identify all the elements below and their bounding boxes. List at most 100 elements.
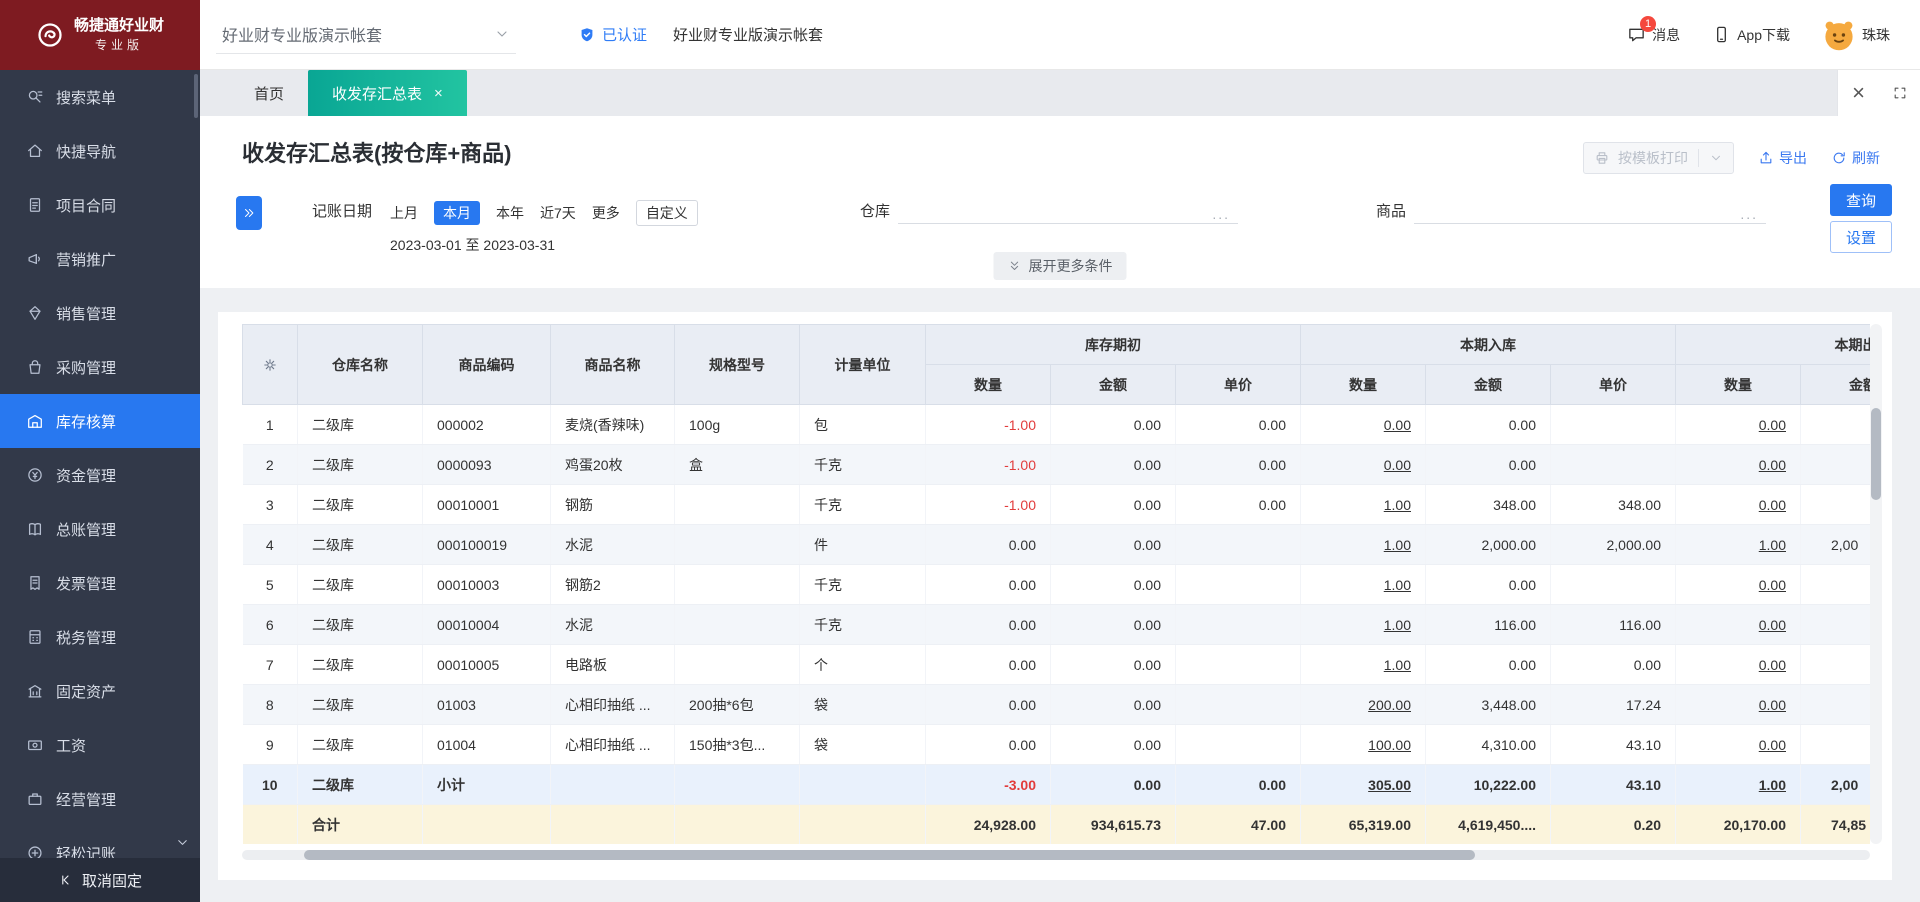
- column-subheader[interactable]: 单价: [1551, 365, 1676, 405]
- table-row[interactable]: 2二级库0000093鸡蛋20枚盒千克-1.000.000.000.000.00…: [243, 445, 1871, 485]
- table-cell: 1.00: [1301, 485, 1426, 525]
- sidebar-item-invoice[interactable]: 发票管理: [0, 556, 200, 610]
- sidebar-item-marketing[interactable]: 营销推广: [0, 232, 200, 286]
- user-menu[interactable]: 珠珠: [1822, 18, 1890, 52]
- table-row[interactable]: 10二级库小计-3.000.000.00305.0010,222.0043.10…: [243, 765, 1871, 805]
- sidebar-item-general-ledger[interactable]: 总账管理: [0, 502, 200, 556]
- drill-down-link[interactable]: 1.00: [1384, 497, 1411, 513]
- sidebar-scrollbar[interactable]: [194, 74, 198, 118]
- refresh-button[interactable]: 刷新: [1831, 148, 1880, 168]
- table-vertical-scrollbar[interactable]: [1870, 324, 1882, 844]
- date-option-last-7-days[interactable]: 近7天: [540, 202, 576, 224]
- product-input[interactable]: ...: [1414, 200, 1766, 224]
- drill-down-link[interactable]: 1.00: [1759, 537, 1786, 553]
- account-selector[interactable]: 好业财专业版演示帐套: [216, 16, 516, 54]
- table-row[interactable]: 5二级库00010003钢筋2千克0.000.001.000.000.00: [243, 565, 1871, 605]
- column-subheader[interactable]: 金额: [1051, 365, 1176, 405]
- drill-down-link[interactable]: 1.00: [1384, 537, 1411, 553]
- close-all-tabs-button[interactable]: ×: [1838, 70, 1879, 116]
- sidebar-item-fixed-assets[interactable]: 固定资产: [0, 664, 200, 718]
- column-header[interactable]: 仓库名称: [298, 325, 423, 405]
- tab-home[interactable]: 首页: [230, 70, 308, 116]
- settings-button[interactable]: 设置: [1830, 221, 1892, 253]
- drill-down-link[interactable]: 0.00: [1384, 417, 1411, 433]
- table-row[interactable]: 7二级库00010005电路板个0.000.001.000.000.000.00: [243, 645, 1871, 685]
- drill-down-link[interactable]: 0.00: [1759, 457, 1786, 473]
- print-by-template-button[interactable]: 按模板打印: [1583, 142, 1734, 174]
- drill-down-link[interactable]: 0.00: [1759, 657, 1786, 673]
- sidebar-item-project-contract[interactable]: 项目合同: [0, 178, 200, 232]
- table-horizontal-scrollbar[interactable]: [242, 850, 1870, 860]
- date-option-this-year[interactable]: 本年: [496, 202, 524, 224]
- sidebar-item-purchase[interactable]: 采购管理: [0, 340, 200, 394]
- messages-button[interactable]: 1 消息: [1627, 25, 1680, 45]
- sidebar-item-quick-nav[interactable]: 快捷导航: [0, 124, 200, 178]
- close-tab-icon[interactable]: ×: [434, 85, 443, 102]
- sidebar-item-search-menu[interactable]: 搜索菜单: [0, 70, 200, 124]
- drill-down-link[interactable]: 0.00: [1759, 697, 1786, 713]
- drill-down-link[interactable]: 305.00: [1368, 777, 1411, 793]
- collapse-filter-button[interactable]: [236, 196, 262, 230]
- sidebar-item-payroll[interactable]: 工资: [0, 718, 200, 772]
- table-cell: 1.00: [1301, 645, 1426, 685]
- product-picker-icon[interactable]: ...: [1740, 205, 1766, 223]
- date-option-more[interactable]: 更多: [592, 202, 620, 224]
- drill-down-link[interactable]: 1.00: [1384, 617, 1411, 633]
- table-cell: [1801, 445, 1871, 485]
- unpin-sidebar-button[interactable]: 取消固定: [0, 858, 200, 902]
- table-row[interactable]: 8二级库01003心相印抽纸 ...200抽*6包袋0.000.00200.00…: [243, 685, 1871, 725]
- horizontal-scroll-thumb[interactable]: [304, 850, 1475, 860]
- date-option-custom[interactable]: 自定义: [636, 200, 698, 226]
- sidebar-item-sales[interactable]: 销售管理: [0, 286, 200, 340]
- table-row[interactable]: 3二级库00010001钢筋千克-1.000.000.001.00348.003…: [243, 485, 1871, 525]
- column-header[interactable]: 商品名称: [551, 325, 675, 405]
- query-button[interactable]: 查询: [1830, 184, 1892, 216]
- table-cell: 2,00: [1801, 525, 1871, 565]
- date-range-value[interactable]: 2023-03-01 至 2023-03-31: [390, 235, 698, 255]
- warehouse-picker-icon[interactable]: ...: [1212, 205, 1238, 223]
- drill-down-link[interactable]: 0.00: [1759, 617, 1786, 633]
- table-row[interactable]: 6二级库00010004水泥千克0.000.001.00116.00116.00…: [243, 605, 1871, 645]
- date-option-last-month[interactable]: 上月: [390, 202, 418, 224]
- sidebar-item-tax[interactable]: 税务管理: [0, 610, 200, 664]
- tab-summary-report[interactable]: 收发存汇总表 ×: [308, 70, 467, 116]
- drill-down-link[interactable]: 100.00: [1368, 737, 1411, 753]
- column-subheader[interactable]: 金额: [1426, 365, 1551, 405]
- app-download-button[interactable]: App下载: [1712, 25, 1790, 45]
- table-row[interactable]: 9二级库01004心相印抽纸 ...150抽*3包...袋0.000.00100…: [243, 725, 1871, 765]
- column-subheader[interactable]: 金额: [1801, 365, 1871, 405]
- vertical-scroll-thumb[interactable]: [1871, 408, 1881, 500]
- drill-down-link[interactable]: 0.00: [1759, 577, 1786, 593]
- table-cell: 0.00: [926, 725, 1051, 765]
- table-row[interactable]: 1二级库000002麦烧(香辣味)100g包-1.000.000.000.000…: [243, 405, 1871, 445]
- sidebar-scroll-down-icon[interactable]: [175, 835, 190, 850]
- column-header[interactable]: 规格型号: [675, 325, 800, 405]
- table-row[interactable]: 4二级库000100019水泥件0.000.001.002,000.002,00…: [243, 525, 1871, 565]
- drill-down-link[interactable]: 1.00: [1759, 777, 1786, 793]
- column-header[interactable]: 计量单位: [800, 325, 926, 405]
- column-settings-button[interactable]: [243, 325, 298, 405]
- export-button[interactable]: 导出: [1758, 148, 1807, 168]
- sidebar-item-inventory[interactable]: 库存核算: [0, 394, 200, 448]
- drill-down-link[interactable]: 200.00: [1368, 697, 1411, 713]
- expand-more-conditions-button[interactable]: 展开更多条件: [994, 252, 1127, 280]
- drill-down-link[interactable]: 1.00: [1384, 657, 1411, 673]
- drill-down-link[interactable]: 1.00: [1384, 577, 1411, 593]
- sidebar-item-easy-bookkeeping[interactable]: 轻松记账: [0, 826, 200, 858]
- drill-down-link[interactable]: 0.00: [1759, 737, 1786, 753]
- sidebar-item-business[interactable]: 经营管理: [0, 772, 200, 826]
- sidebar-item-funds[interactable]: 资金管理: [0, 448, 200, 502]
- column-subheader[interactable]: 单价: [1176, 365, 1301, 405]
- warehouse-input[interactable]: ...: [898, 200, 1238, 224]
- drill-down-link[interactable]: 0.00: [1759, 417, 1786, 433]
- date-option-this-month[interactable]: 本月: [434, 201, 480, 225]
- drill-down-link[interactable]: 0.00: [1759, 497, 1786, 513]
- table-cell: 000002: [423, 405, 551, 445]
- app-logo[interactable]: 畅捷通好业财 专业版: [0, 0, 200, 70]
- column-subheader[interactable]: 数量: [926, 365, 1051, 405]
- drill-down-link[interactable]: 0.00: [1384, 457, 1411, 473]
- column-subheader[interactable]: 数量: [1301, 365, 1426, 405]
- column-subheader[interactable]: 数量: [1676, 365, 1801, 405]
- column-header[interactable]: 商品编码: [423, 325, 551, 405]
- fullscreen-button[interactable]: [1879, 70, 1920, 116]
